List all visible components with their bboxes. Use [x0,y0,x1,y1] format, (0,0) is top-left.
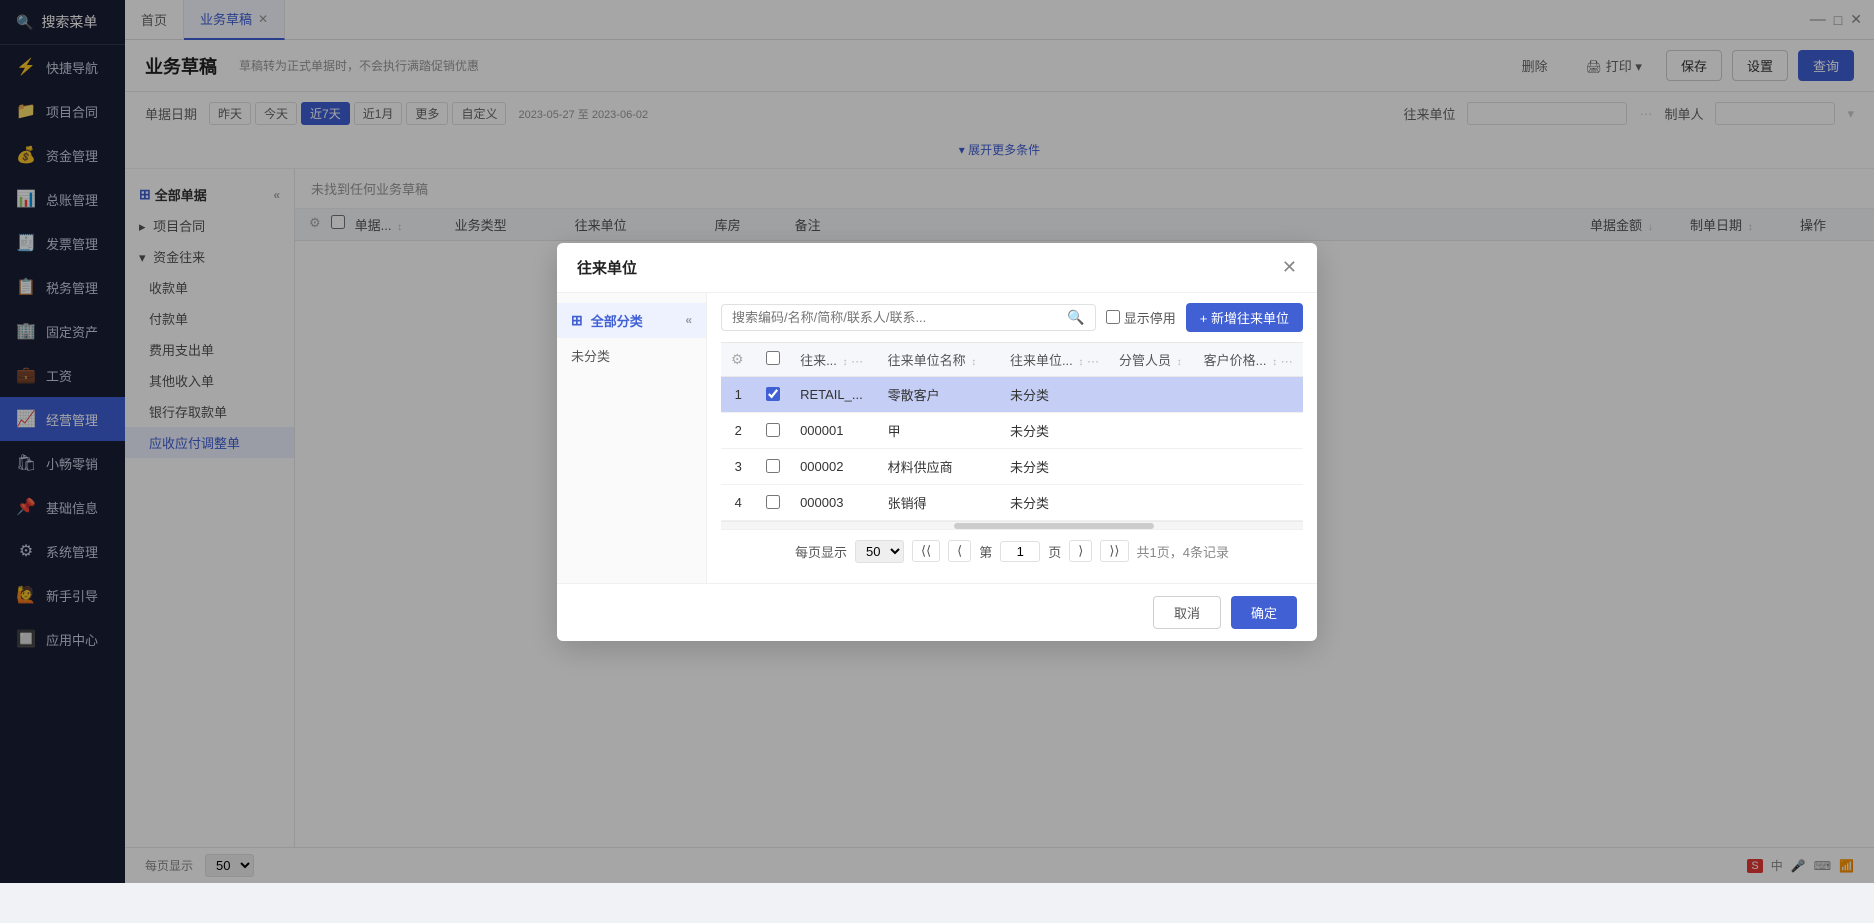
row-checkbox-cell[interactable] [756,484,791,520]
display-disabled-label: 显示停用 [1124,308,1176,327]
table-row[interactable]: 4 000003 张销得 未分类 [721,484,1303,520]
row-code: 000001 [790,412,878,448]
page-input[interactable] [1000,541,1040,562]
row-code: 000003 [790,484,878,520]
per-page-label: 每页显示 [795,542,847,561]
next-page-btn[interactable]: ⟩ [1069,540,1092,562]
modal-body: ⊞ 全部分类 « 未分类 🔍 显示停用 [557,293,1317,583]
per-page-select[interactable]: 50 [855,540,904,563]
price-sort-icon: ↕ [1272,357,1277,368]
disabled-checkbox[interactable] [1106,310,1120,324]
row-price [1194,376,1303,412]
search-input[interactable] [732,310,1067,325]
table-row[interactable]: 2 000001 甲 未分类 [721,412,1303,448]
add-party-button[interactable]: + 新增往来单位 [1186,303,1303,332]
modal-main: 🔍 显示停用 + 新增往来单位 ⚙ [707,293,1317,583]
first-page-btn[interactable]: ⟨⟨ [912,540,940,562]
last-page-btn[interactable]: ⟩⟩ [1100,540,1128,562]
modal-collapse-btn[interactable]: « [685,313,692,327]
row-index: 2 [721,412,756,448]
price-more-icon[interactable]: ··· [1281,354,1293,368]
page-total: 共1页，4条记录 [1137,542,1229,561]
person-sort-icon: ↕ [1177,357,1182,368]
modal-table-wrap: ⚙ 往来... ↕ ··· [721,342,1303,521]
row-index: 4 [721,484,756,520]
modal-table: ⚙ 往来... ↕ ··· [721,342,1303,521]
page-unit: 页 [1048,542,1061,561]
row-name: 材料供应商 [878,448,1000,484]
code-sort-icon: ↕ [843,357,848,368]
display-disabled-check[interactable]: 显示停用 [1106,308,1176,327]
row-person [1109,448,1194,484]
row-category: 未分类 [1000,448,1109,484]
modal-overlay[interactable]: 往来单位 ✕ ⊞ 全部分类 « 未分类 [0,0,1874,883]
row-checkbox[interactable] [766,495,780,509]
col-category-header: 往来单位... ↕ ··· [1000,342,1109,376]
modal-header: 往来单位 ✕ [557,243,1317,293]
prev-page-btn[interactable]: ⟨ [948,540,971,562]
row-index: 1 [721,376,756,412]
row-checkbox[interactable] [766,459,780,473]
col-name-header: 往来单位名称 ↕ [878,342,1000,376]
modal-sidebar-all[interactable]: ⊞ 全部分类 « [557,303,706,338]
row-checkbox-cell[interactable] [756,448,791,484]
row-checkbox[interactable] [766,423,780,437]
cancel-button[interactable]: 取消 [1153,596,1221,629]
row-category: 未分类 [1000,376,1109,412]
row-checkbox-cell[interactable] [756,412,791,448]
category-more-icon[interactable]: ··· [1087,354,1099,368]
category-sort-icon: ↕ [1078,357,1083,368]
modal-pagination: 每页显示 50 ⟨⟨ ⟨ 第 页 ⟩ ⟩⟩ 共1页，4条记录 [721,529,1303,573]
row-index: 3 [721,448,756,484]
table-row[interactable]: 1 RETAIL_... 零散客户 未分类 [721,376,1303,412]
row-price [1194,484,1303,520]
grid-icon: ⊞ [571,312,583,329]
row-person [1109,484,1194,520]
modal-title: 往来单位 [577,257,637,278]
modal-sidebar: ⊞ 全部分类 « 未分类 [557,293,707,583]
confirm-button[interactable]: 确定 [1231,596,1297,629]
modal: 往来单位 ✕ ⊞ 全部分类 « 未分类 [557,243,1317,641]
modal-sidebar-uncategorized-label: 未分类 [571,346,610,365]
search-icon: 🔍 [1067,309,1084,326]
code-more-icon[interactable]: ··· [851,354,863,368]
modal-toolbar: 🔍 显示停用 + 新增往来单位 [721,303,1303,332]
row-code: RETAIL_... [790,376,878,412]
modal-footer: 取消 确定 [557,583,1317,641]
row-checkbox-cell[interactable] [756,376,791,412]
col-person-header: 分管人员 ↕ [1109,342,1194,376]
col-code-header: 往来... ↕ ··· [790,342,878,376]
col-gear-header[interactable]: ⚙ [721,342,756,376]
row-code: 000002 [790,448,878,484]
row-person [1109,412,1194,448]
gear-col-icon[interactable]: ⚙ [731,351,744,367]
table-row[interactable]: 3 000002 材料供应商 未分类 [721,448,1303,484]
name-sort-icon: ↕ [971,357,976,368]
row-price [1194,412,1303,448]
modal-close-button[interactable]: ✕ [1282,257,1297,278]
col-price-header: 客户价格... ↕ ··· [1194,342,1303,376]
row-checkbox[interactable] [766,387,780,401]
col-check-header [756,342,791,376]
scroll-bar-area[interactable] [721,521,1303,529]
row-name: 零散客户 [878,376,1000,412]
row-price [1194,448,1303,484]
modal-sidebar-all-label: 全部分类 [591,311,643,330]
row-person [1109,376,1194,412]
page-label: 第 [979,542,992,561]
row-name: 张销得 [878,484,1000,520]
search-box[interactable]: 🔍 [721,304,1096,331]
row-name: 甲 [878,412,1000,448]
modal-sidebar-uncategorized[interactable]: 未分类 [557,338,706,373]
row-category: 未分类 [1000,412,1109,448]
row-category: 未分类 [1000,484,1109,520]
scroll-bar-thumb[interactable] [954,523,1154,529]
table-select-all[interactable] [766,351,780,365]
